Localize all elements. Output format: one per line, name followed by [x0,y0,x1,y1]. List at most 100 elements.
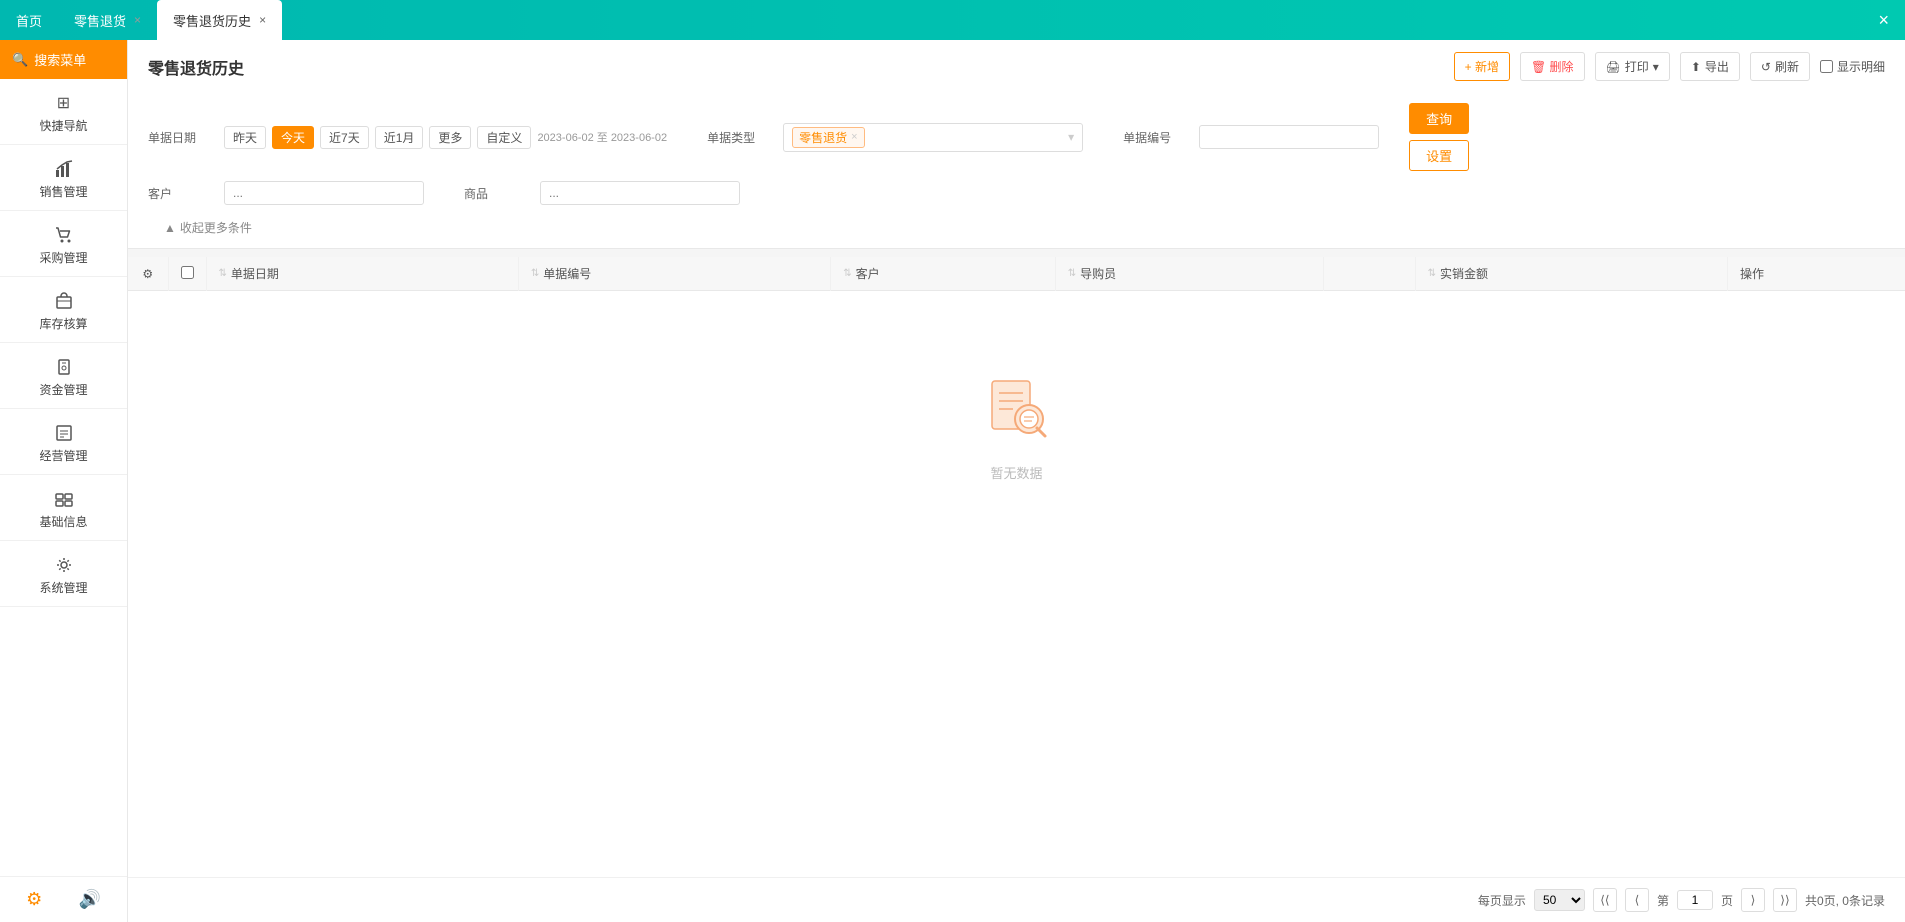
date-filter-buttons: 昨天 今天 近7天 近1月 更多 自定义 2023-06-02 至 2023-0… [224,126,667,149]
new-button[interactable]: + 新增 [1454,52,1510,81]
window-close-button[interactable]: × [1878,10,1889,31]
tab-retail-return-history-close[interactable]: × [259,13,266,27]
sidebar-item-finance[interactable]: 资金管理 [0,343,127,409]
page-title-row: 零售退货历史 + 新增 🗑 删除 🖨 打印 ▾ ⬆ 导出 ↺ [148,52,1885,81]
th-customer-label: 客户 [856,265,880,282]
date-btn-7days[interactable]: 近7天 [320,126,369,149]
sidebar-item-operation[interactable]: 经营管理 [0,409,127,475]
sidebar-volume-icon[interactable]: 🔊 [78,889,100,910]
export-button[interactable]: ⬆ 导出 [1680,52,1740,81]
tab-retail-return[interactable]: 零售退货 × [58,0,157,40]
sidebar-item-operation-label: 经营管理 [39,447,87,464]
empty-state: 暂无数据 [128,291,1905,562]
sidebar-item-sys-mgmt[interactable]: 系统管理 [0,541,127,607]
sidebar-item-inventory-label: 库存核算 [39,315,87,332]
last-page-button[interactable]: ⟩⟩ [1773,888,1797,912]
tab-retail-return-close[interactable]: × [134,13,141,27]
page-unit: 页 [1721,892,1733,909]
date-btn-custom[interactable]: 自定义 [477,126,531,149]
filter-row-date: 单据日期 昨天 今天 近7天 近1月 更多 自定义 2023-06-02 至 2… [148,103,1885,171]
print-label: 打印 [1625,58,1649,75]
sidebar-item-quick-nav[interactable]: ⊞ 快捷导航 [0,79,127,145]
delete-button[interactable]: 🗑 删除 [1520,52,1585,81]
sidebar-item-sales-mgmt[interactable]: 销售管理 [0,145,127,211]
refresh-label: 刷新 [1775,58,1799,75]
number-filter-input[interactable] [1199,125,1379,149]
date-btn-today[interactable]: 今天 [272,126,314,149]
export-label: 导出 [1705,58,1729,75]
th-guide[interactable]: ⇅ 导购员 [1055,257,1323,291]
th-settings[interactable]: ⚙ [128,257,168,291]
th-number-label: 单据编号 [543,265,591,282]
sidebar-item-base-info-label: 基础信息 [39,513,87,530]
page-header: 零售退货历史 + 新增 🗑 删除 🖨 打印 ▾ ⬆ 导出 ↺ [128,40,1905,249]
page-number-input[interactable] [1677,890,1713,910]
th-number[interactable]: ⇅ 单据编号 [518,257,830,291]
per-page-select[interactable]: 50 20 100 [1534,889,1585,911]
sidebar-search-label: 搜索菜单 [34,50,86,69]
sidebar-item-inventory[interactable]: 库存核算 [0,277,127,343]
th-spacer [1324,257,1415,291]
date-btn-yesterday[interactable]: 昨天 [224,126,266,149]
th-number-sort-icon: ⇅ [531,268,539,279]
filter-area: 单据日期 昨天 今天 近7天 近1月 更多 自定义 2023-06-02 至 2… [148,93,1885,240]
goods-filter-input[interactable] [540,181,740,205]
sidebar-bottom: ⚙ 🔊 [0,876,127,922]
date-btn-more[interactable]: 更多 [429,126,471,149]
sidebar-item-sys-mgmt-label: 系统管理 [39,579,87,596]
filter-row-customer: 客户 商品 [148,181,1885,205]
tab-retail-return-history-label: 零售退货历史 [173,11,251,30]
main-layout: 🔍 搜索菜单 ⊞ 快捷导航 销售管理 采购管理 库存核算 [0,40,1905,922]
toolbar: + 新增 🗑 删除 🖨 打印 ▾ ⬆ 导出 ↺ 刷新 [1454,52,1885,81]
type-filter-select[interactable]: 零售退货 × ▾ [783,123,1083,152]
th-actions: 操作 [1728,257,1905,291]
prev-page-button[interactable]: ⟨ [1625,888,1649,912]
sidebar-search[interactable]: 🔍 搜索菜单 [0,40,127,79]
query-button[interactable]: 查询 [1409,103,1469,134]
th-amount-label: 实销金额 [1440,265,1488,282]
refresh-button[interactable]: ↺ 刷新 [1750,52,1810,81]
customer-filter-input[interactable] [224,181,424,205]
customer-filter-label: 客户 [148,185,204,202]
display-detail-label: 显示明细 [1837,58,1885,75]
sales-mgmt-icon [54,159,74,179]
collapse-button[interactable]: ▲ 收起更多条件 [148,215,1885,240]
sidebar-item-purchase-mgmt-label: 采购管理 [39,249,87,266]
th-customer[interactable]: ⇅ 客户 [831,257,1056,291]
next-page-button[interactable]: ⟩ [1741,888,1765,912]
page-title: 零售退货历史 [148,55,244,79]
tab-home[interactable]: 首页 [0,0,58,40]
date-btn-1month[interactable]: 近1月 [375,126,424,149]
th-date-sort-icon: ⇅ [219,268,227,279]
setting-button[interactable]: 设置 [1409,140,1469,171]
sidebar-item-purchase-mgmt[interactable]: 采购管理 [0,211,127,277]
sidebar-item-finance-label: 资金管理 [39,381,87,398]
type-tag-remove[interactable]: × [851,131,857,143]
tab-retail-return-label: 零售退货 [74,11,126,30]
th-guide-sort-icon: ⇅ [1068,268,1076,279]
top-bar: 首页 零售退货 × 零售退货历史 × × [0,0,1905,40]
print-button[interactable]: 🖨 打印 ▾ [1595,52,1670,81]
th-amount[interactable]: ⇅ 实销金额 [1415,257,1727,291]
th-date[interactable]: ⇅ 单据日期 [206,257,518,291]
tab-retail-return-history[interactable]: 零售退货历史 × [157,0,282,40]
action-buttons: 查询 设置 [1409,103,1469,171]
print-arrow-icon: ▾ [1653,60,1659,74]
date-range-display: 2023-06-02 至 2023-06-02 [537,129,667,145]
select-all-checkbox[interactable] [181,266,194,279]
search-icon: 🔍 [12,52,28,68]
page-label: 第 [1657,892,1669,909]
goods-filter-label: 商品 [464,185,520,202]
settings-gear-icon[interactable]: ⚙ [142,267,153,281]
sidebar-item-base-info[interactable]: 基础信息 [0,475,127,541]
operation-icon [54,423,74,443]
sidebar-item-quick-nav-label: 快捷导航 [39,117,87,134]
sidebar-settings-icon[interactable]: ⚙ [26,889,42,910]
first-page-button[interactable]: ⟨⟨ [1593,888,1617,912]
pagination-bar: 每页显示 50 20 100 ⟨⟨ ⟨ 第 页 ⟩ ⟩⟩ 共0页, 0条记录 [128,877,1905,922]
total-label: 共0页, 0条记录 [1805,892,1885,909]
top-bar-right: × [1878,10,1905,31]
purchase-mgmt-icon [54,225,74,245]
display-detail-checkbox[interactable] [1820,60,1833,73]
print-icon: 🖨 [1606,60,1621,74]
